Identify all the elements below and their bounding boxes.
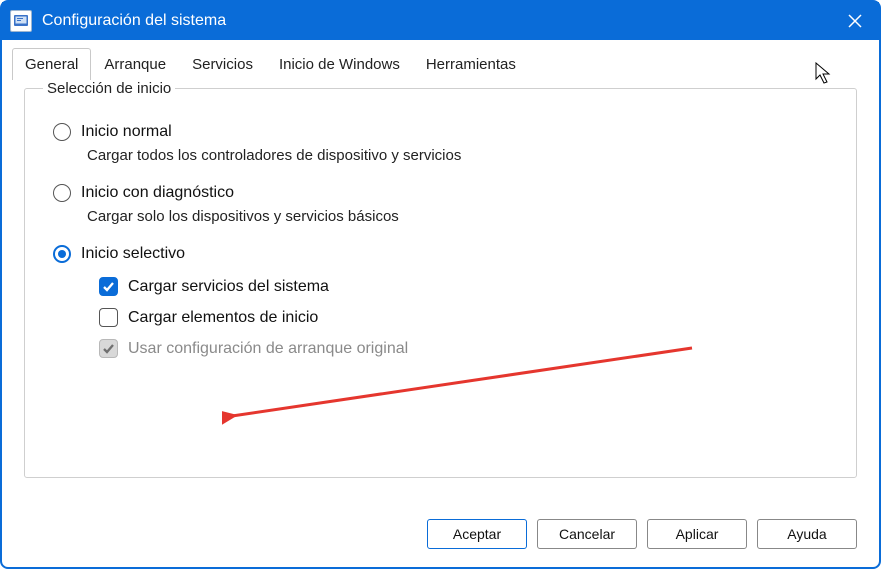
tab-herramientas[interactable]: Herramientas xyxy=(413,48,529,80)
ok-button[interactable]: Aceptar xyxy=(427,519,527,549)
check-use-original-label: Usar configuración de arranque original xyxy=(128,340,408,358)
checkmark-icon xyxy=(102,280,115,293)
check-load-services-label: Cargar servicios del sistema xyxy=(128,278,329,296)
check-load-startup-label: Cargar elementos de inicio xyxy=(128,309,318,327)
app-icon xyxy=(10,10,32,32)
radio-normal[interactable] xyxy=(53,123,71,141)
option-selective: Inicio selectivo Cargar servicios del si… xyxy=(53,245,838,358)
radio-normal-desc: Cargar todos los controladores de dispos… xyxy=(87,147,838,164)
radio-selective[interactable] xyxy=(53,245,71,263)
option-diagnostic: Inicio con diagnóstico Cargar solo los d… xyxy=(53,184,838,225)
group-legend: Selección de inicio xyxy=(43,80,175,97)
tab-content: Selección de inicio Inicio normal Cargar… xyxy=(2,80,879,507)
radio-diagnostic-label: Inicio con diagnóstico xyxy=(81,184,234,202)
tab-strip: General Arranque Servicios Inicio de Win… xyxy=(2,42,879,80)
titlebar: Configuración del sistema xyxy=(2,2,879,40)
help-button[interactable]: Ayuda xyxy=(757,519,857,549)
tab-general[interactable]: General xyxy=(12,48,91,80)
radio-selective-label: Inicio selectivo xyxy=(81,245,185,263)
tab-inicio-windows[interactable]: Inicio de Windows xyxy=(266,48,413,80)
radio-diagnostic[interactable] xyxy=(53,184,71,202)
tab-servicios[interactable]: Servicios xyxy=(179,48,266,80)
check-load-services[interactable] xyxy=(99,277,118,296)
cancel-button[interactable]: Cancelar xyxy=(537,519,637,549)
radio-normal-label: Inicio normal xyxy=(81,123,172,141)
radio-diagnostic-desc: Cargar solo los dispositivos y servicios… xyxy=(87,208,838,225)
dialog-buttons: Aceptar Cancelar Aplicar Ayuda xyxy=(2,507,879,567)
check-load-startup[interactable] xyxy=(99,308,118,327)
msconfig-window: Configuración del sistema General Arranq… xyxy=(0,0,881,569)
checkmark-icon xyxy=(102,342,115,355)
tab-arranque[interactable]: Arranque xyxy=(91,48,179,80)
check-use-original xyxy=(99,339,118,358)
selective-checks: Cargar servicios del sistema Cargar elem… xyxy=(99,277,838,358)
close-button[interactable] xyxy=(831,2,879,40)
option-normal: Inicio normal Cargar todos los controlad… xyxy=(53,123,838,164)
window-title: Configuración del sistema xyxy=(42,12,831,30)
close-icon xyxy=(848,14,862,28)
apply-button[interactable]: Aplicar xyxy=(647,519,747,549)
startup-selection-group: Selección de inicio Inicio normal Cargar… xyxy=(24,80,857,478)
